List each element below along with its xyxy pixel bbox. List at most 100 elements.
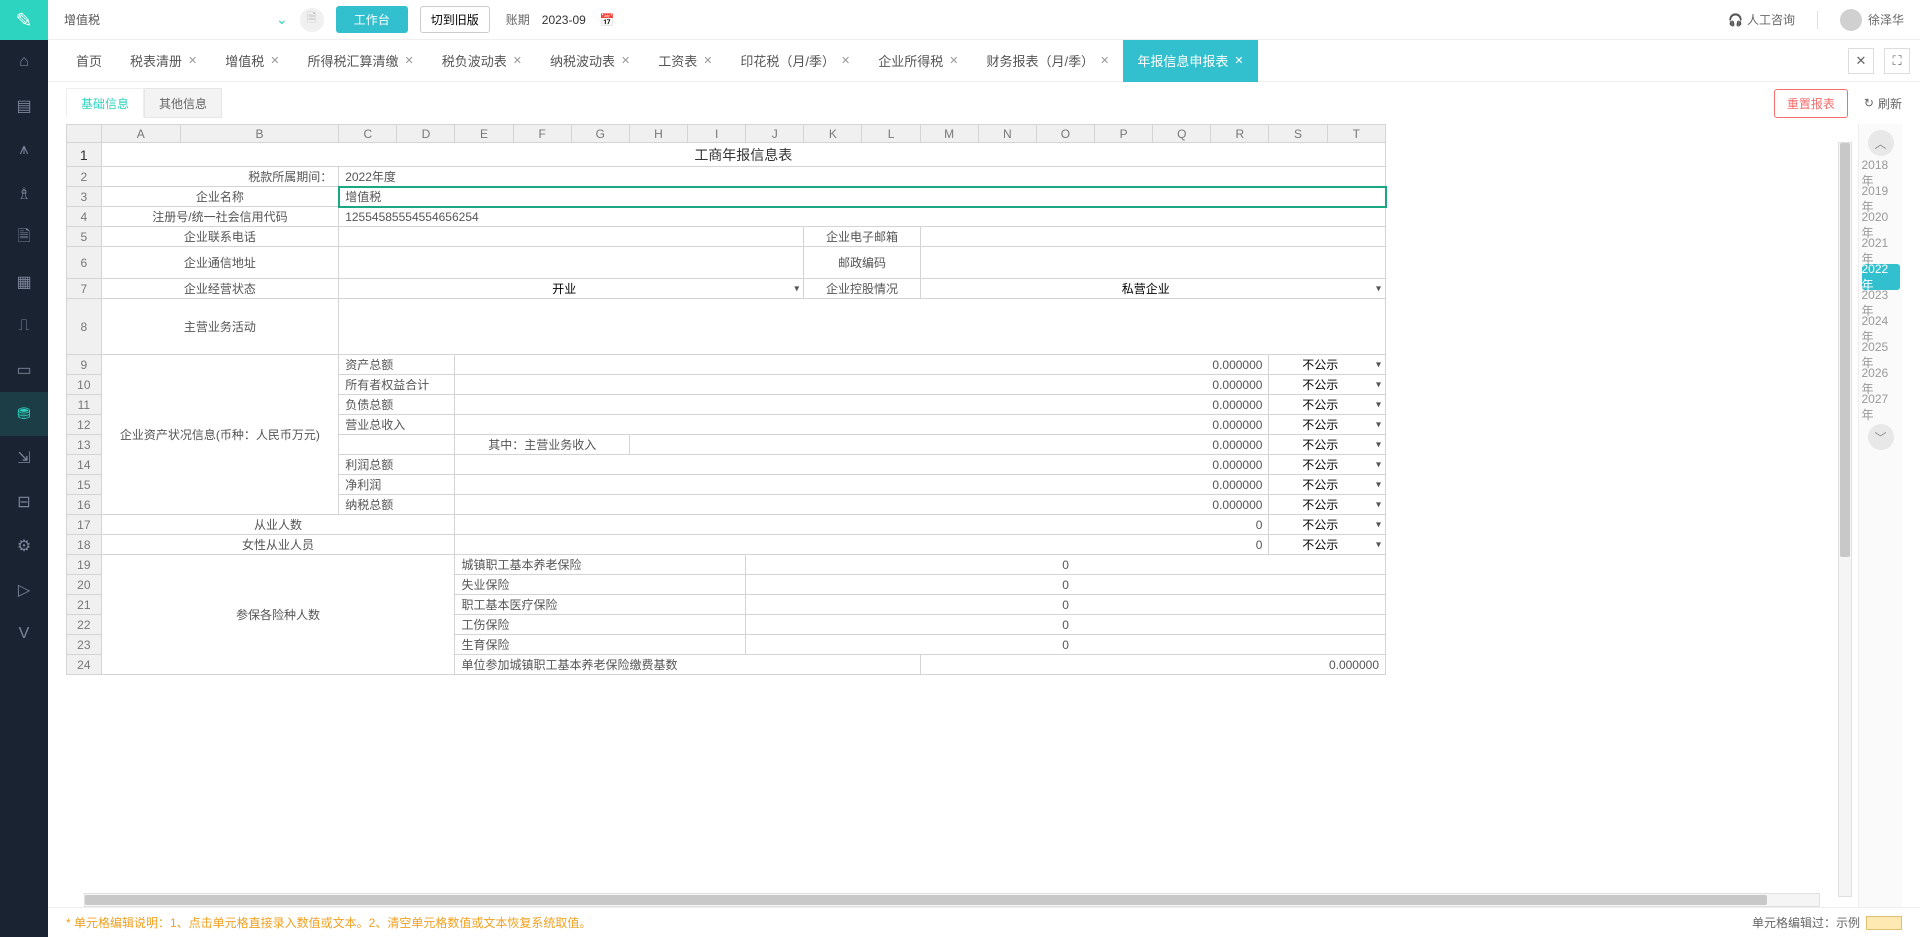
nav-form-icon[interactable]: ⎍ <box>0 304 48 348</box>
row-header-19[interactable]: 19 <box>67 555 102 575</box>
nav-settings-icon[interactable]: ⚙ <box>0 524 48 568</box>
col-header-Q[interactable]: Q <box>1153 125 1211 143</box>
pub-dd[interactable]: 不公示 <box>1269 475 1386 495</box>
row-header-16[interactable]: 16 <box>67 495 102 515</box>
pub-dd[interactable]: 不公示 <box>1269 355 1386 375</box>
pub-dd[interactable]: 不公示 <box>1269 395 1386 415</box>
insure-val[interactable]: 0 <box>746 555 1386 575</box>
tab-税表清册[interactable]: 税表清册✕ <box>116 40 211 82</box>
tab-首页[interactable]: 首页 <box>62 40 116 82</box>
nav-finance-icon[interactable]: ♗ <box>0 172 48 216</box>
tab-企业所得税[interactable]: 企业所得税✕ <box>864 40 972 82</box>
human-consult-link[interactable]: 🎧 人工咨询 <box>1728 11 1795 28</box>
col-header-B[interactable]: B <box>180 125 338 143</box>
col-header-A[interactable]: A <box>101 125 180 143</box>
col-header-J[interactable]: J <box>746 125 804 143</box>
year-2023年[interactable]: 2023年 <box>1862 290 1900 316</box>
dropdown[interactable]: 开业 <box>339 282 803 296</box>
year-2021年[interactable]: 2021年 <box>1862 238 1900 264</box>
emp-val[interactable]: 0 <box>455 515 1269 535</box>
col-header-C[interactable]: C <box>339 125 397 143</box>
subtab-basic-info[interactable]: 基础信息 <box>66 88 144 118</box>
row-header-21[interactable]: 21 <box>67 595 102 615</box>
asset-val[interactable]: 0.000000 <box>455 415 1269 435</box>
row-header-2[interactable]: 2 <box>67 167 102 187</box>
year-2018年[interactable]: 2018年 <box>1862 160 1900 186</box>
tab-close-all-button[interactable]: ✕ <box>1848 48 1874 74</box>
dropdown[interactable]: 不公示 <box>1269 398 1385 412</box>
row-header-15[interactable]: 15 <box>67 475 102 495</box>
row-header-22[interactable]: 22 <box>67 615 102 635</box>
row-header-4[interactable]: 4 <box>67 207 102 227</box>
switch-old-button[interactable]: 切到旧版 <box>420 6 490 33</box>
fullscreen-button[interactable]: ⛶ <box>1884 48 1910 74</box>
close-icon[interactable]: ✕ <box>703 54 712 67</box>
dropdown[interactable]: 不公示 <box>1269 378 1385 392</box>
row-header-18[interactable]: 18 <box>67 535 102 555</box>
holding-dd[interactable]: 私营企业 <box>920 279 1385 299</box>
row-header-11[interactable]: 11 <box>67 395 102 415</box>
period-value[interactable]: 2023-09 <box>542 13 586 27</box>
status-dd[interactable]: 开业 <box>339 279 804 299</box>
dropdown[interactable]: 私营企业 <box>921 282 1385 296</box>
tab-印花税（月/季）[interactable]: 印花税（月/季）✕ <box>726 40 864 82</box>
addr-val[interactable] <box>339 247 804 279</box>
nav-tax-icon[interactable]: ⛃ <box>0 392 48 436</box>
nav-video-icon[interactable]: ▷ <box>0 568 48 612</box>
asset-val[interactable]: 0.000000 <box>629 435 1269 455</box>
tab-税负波动表[interactable]: 税负波动表✕ <box>428 40 536 82</box>
col-header-K[interactable]: K <box>804 125 862 143</box>
col-header-H[interactable]: H <box>629 125 687 143</box>
tab-纳税波动表[interactable]: 纳税波动表✕ <box>536 40 644 82</box>
row-header-20[interactable]: 20 <box>67 575 102 595</box>
row-header-7[interactable]: 7 <box>67 279 102 299</box>
asset-val[interactable]: 0.000000 <box>455 355 1269 375</box>
year-2027年[interactable]: 2027年 <box>1862 394 1900 420</box>
close-icon[interactable]: ✕ <box>405 54 414 67</box>
col-header-I[interactable]: I <box>688 125 746 143</box>
close-icon[interactable]: ✕ <box>1234 54 1243 67</box>
pub-dd[interactable]: 不公示 <box>1269 495 1386 515</box>
workbench-button[interactable]: 工作台 <box>336 6 408 33</box>
tab-年报信息申报表[interactable]: 年报信息申报表✕ <box>1123 40 1257 82</box>
emp-pub-dd[interactable]: 不公示 <box>1269 515 1386 535</box>
user-menu[interactable]: 徐泽华 <box>1840 9 1904 31</box>
col-header-O[interactable]: O <box>1036 125 1094 143</box>
row-header-24[interactable]: 24 <box>67 655 102 675</box>
reset-report-button[interactable]: 重置报表 <box>1774 89 1848 118</box>
tab-所得税汇算清缴[interactable]: 所得税汇算清缴✕ <box>293 40 427 82</box>
year-2024年[interactable]: 2024年 <box>1862 316 1900 342</box>
asset-val[interactable]: 0.000000 <box>455 455 1269 475</box>
calendar-icon[interactable]: 📅 <box>600 13 615 27</box>
dropdown[interactable]: 不公示 <box>1269 498 1385 512</box>
sheet-corner[interactable] <box>67 125 102 143</box>
row-header-5[interactable]: 5 <box>67 227 102 247</box>
dropdown[interactable]: 不公示 <box>1269 538 1385 552</box>
close-icon[interactable]: ✕ <box>270 54 279 67</box>
scrollbar-thumb[interactable] <box>1840 143 1850 557</box>
horizontal-scrollbar[interactable] <box>84 893 1820 907</box>
regno-val[interactable]: 12554585554554656254 <box>339 207 1386 227</box>
scrollbar-thumb[interactable] <box>85 895 1767 905</box>
dropdown[interactable]: 不公示 <box>1269 458 1385 472</box>
dropdown[interactable]: 不公示 <box>1269 518 1385 532</box>
chevron-down-icon[interactable]: ⌄ <box>276 11 288 28</box>
dropdown[interactable]: 不公示 <box>1269 418 1385 432</box>
col-header-G[interactable]: G <box>571 125 629 143</box>
insure-val[interactable]: 0 <box>746 635 1386 655</box>
zip-val[interactable] <box>920 247 1385 279</box>
company-selector[interactable]: 增值税 <box>64 11 264 28</box>
close-icon[interactable]: ✕ <box>188 54 197 67</box>
insure-val[interactable]: 0 <box>746 575 1386 595</box>
close-icon[interactable]: ✕ <box>949 54 958 67</box>
col-header-R[interactable]: R <box>1211 125 1269 143</box>
col-header-T[interactable]: T <box>1327 125 1385 143</box>
row-header-13[interactable]: 13 <box>67 435 102 455</box>
asset-val[interactable]: 0.000000 <box>455 395 1269 415</box>
doc-circle-icon[interactable]: 🗎 <box>300 8 324 32</box>
dropdown[interactable]: 不公示 <box>1269 358 1385 372</box>
fem-pub-dd[interactable]: 不公示 <box>1269 535 1386 555</box>
asset-val[interactable]: 0.000000 <box>455 475 1269 495</box>
pub-dd[interactable]: 不公示 <box>1269 415 1386 435</box>
col-header-D[interactable]: D <box>397 125 455 143</box>
